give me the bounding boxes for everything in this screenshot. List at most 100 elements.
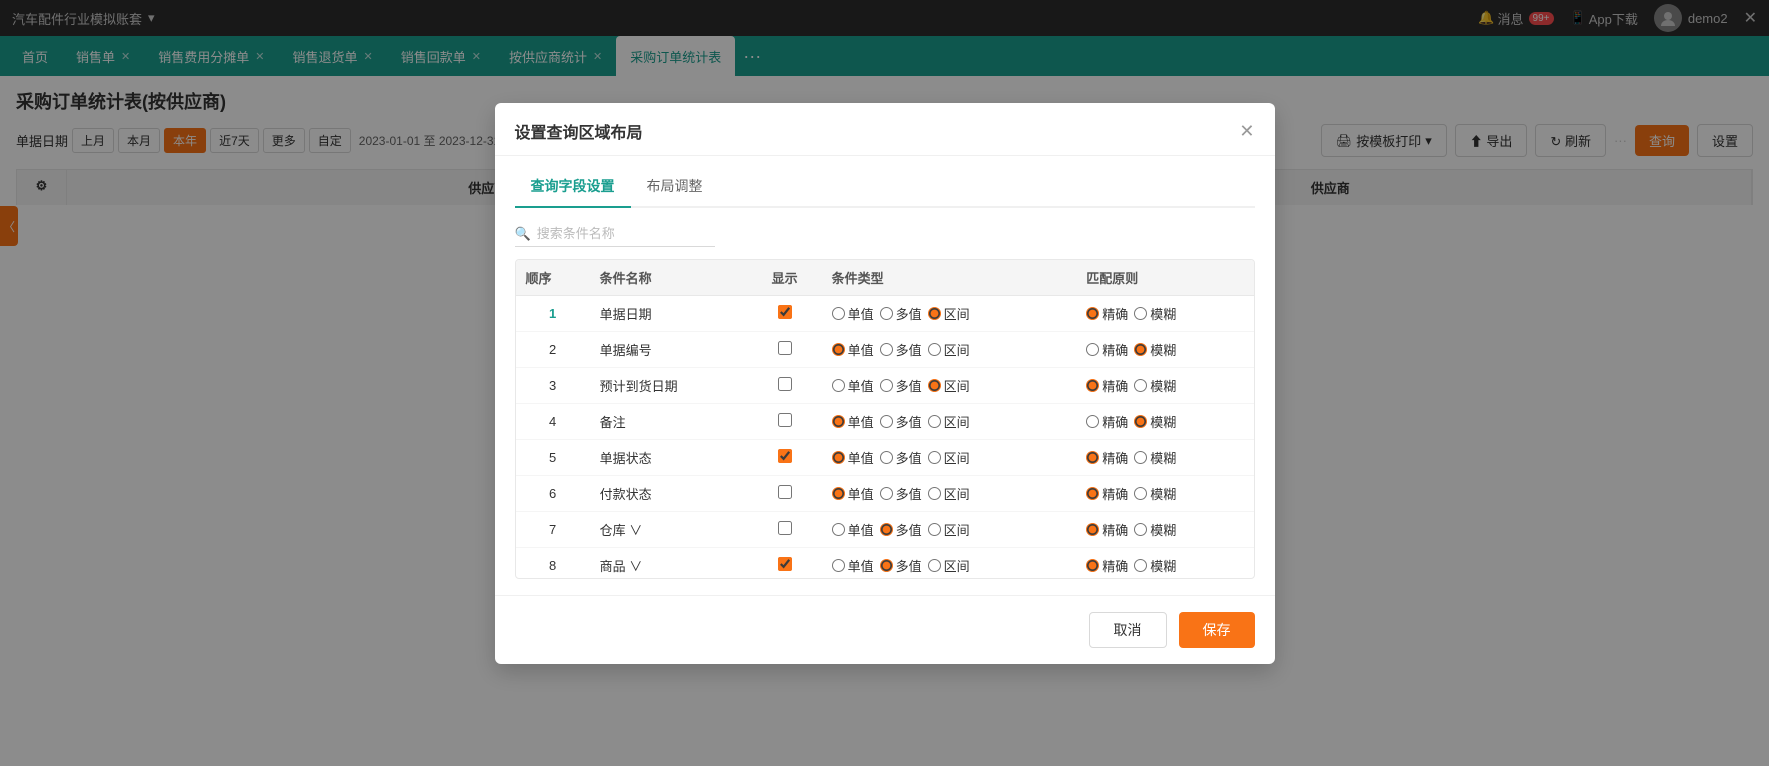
match-radio-精确[interactable]: 精确 [1086, 556, 1128, 575]
type-radio-区间[interactable]: 区间 [928, 484, 970, 503]
cell-match: 精确模糊 [1076, 439, 1253, 475]
cell-match: 精确模糊 [1076, 547, 1253, 579]
cell-name: 单据日期 [590, 295, 748, 331]
type-radio-单值[interactable]: 单值 [832, 484, 874, 503]
type-radio-多值[interactable]: 多值 [880, 304, 922, 323]
settings-modal: 设置查询区域布局 ✕ 查询字段设置 布局调整 🔍 顺序 [495, 103, 1275, 664]
type-radio-区间[interactable]: 区间 [928, 340, 970, 359]
modal-footer: 取消 保存 [495, 595, 1275, 664]
type-radio-单值[interactable]: 单值 [832, 556, 874, 575]
display-checkbox[interactable] [778, 341, 792, 355]
save-button[interactable]: 保存 [1179, 612, 1255, 648]
cell-type: 单值多值区间 [822, 403, 1077, 439]
cell-display[interactable] [748, 511, 822, 547]
match-radio-精确[interactable]: 精确 [1086, 484, 1128, 503]
type-radio-多值[interactable]: 多值 [880, 520, 922, 539]
modal-header: 设置查询区域布局 ✕ [495, 103, 1275, 156]
cell-type: 单值多值区间 [822, 331, 1077, 367]
modal-title: 设置查询区域布局 [515, 119, 643, 143]
display-checkbox[interactable] [778, 485, 792, 499]
table-row: 4备注单值多值区间精确模糊 [516, 403, 1254, 439]
cancel-button[interactable]: 取消 [1089, 612, 1167, 648]
display-checkbox[interactable] [778, 305, 792, 319]
cell-display[interactable] [748, 439, 822, 475]
cell-display[interactable] [748, 475, 822, 511]
match-radio-模糊[interactable]: 模糊 [1134, 448, 1176, 467]
cell-display[interactable] [748, 331, 822, 367]
type-radio-单值[interactable]: 单值 [832, 448, 874, 467]
modal-overlay: 设置查询区域布局 ✕ 查询字段设置 布局调整 🔍 顺序 [0, 0, 1769, 766]
match-radio-模糊[interactable]: 模糊 [1134, 556, 1176, 575]
cell-order: 1 [516, 295, 590, 331]
match-radio-精确[interactable]: 精确 [1086, 376, 1128, 395]
display-checkbox[interactable] [778, 521, 792, 535]
cell-order: 6 [516, 475, 590, 511]
cell-match: 精确模糊 [1076, 331, 1253, 367]
cell-display[interactable] [748, 547, 822, 579]
match-radio-模糊[interactable]: 模糊 [1134, 520, 1176, 539]
cell-order: 8 [516, 547, 590, 579]
table-row: 1单据日期单值多值区间精确模糊 [516, 295, 1254, 331]
type-radio-单值[interactable]: 单值 [832, 376, 874, 395]
type-radio-多值[interactable]: 多值 [880, 448, 922, 467]
cell-display[interactable] [748, 403, 822, 439]
match-radio-精确[interactable]: 精确 [1086, 304, 1128, 323]
table-row: 3预计到货日期单值多值区间精确模糊 [516, 367, 1254, 403]
match-radio-精确[interactable]: 精确 [1086, 340, 1128, 359]
tab-query-fields[interactable]: 查询字段设置 [515, 170, 631, 208]
match-radio-精确[interactable]: 精确 [1086, 520, 1128, 539]
match-radio-模糊[interactable]: 模糊 [1134, 412, 1176, 431]
type-radio-单值[interactable]: 单值 [832, 304, 874, 323]
match-radio-精确[interactable]: 精确 [1086, 412, 1128, 431]
modal-search-area: 🔍 [515, 222, 715, 247]
match-radio-模糊[interactable]: 模糊 [1134, 304, 1176, 323]
type-radio-单值[interactable]: 单值 [832, 520, 874, 539]
display-checkbox[interactable] [778, 377, 792, 391]
match-radio-模糊[interactable]: 模糊 [1134, 484, 1176, 503]
table-row: 5单据状态单值多值区间精确模糊 [516, 439, 1254, 475]
cell-order: 3 [516, 367, 590, 403]
type-radio-多值[interactable]: 多值 [880, 376, 922, 395]
type-radio-区间[interactable]: 区间 [928, 304, 970, 323]
match-radio-模糊[interactable]: 模糊 [1134, 376, 1176, 395]
type-radio-单值[interactable]: 单值 [832, 340, 874, 359]
type-radio-区间[interactable]: 区间 [928, 412, 970, 431]
type-radio-多值[interactable]: 多值 [880, 412, 922, 431]
cell-match: 精确模糊 [1076, 511, 1253, 547]
type-radio-区间[interactable]: 区间 [928, 520, 970, 539]
cell-display[interactable] [748, 367, 822, 403]
fields-table: 顺序 条件名称 显示 条件类型 匹配原则 1单据日期单值多值区间精确模糊2单据编… [516, 260, 1254, 579]
cell-match: 精确模糊 [1076, 475, 1253, 511]
cell-name: 仓库 ∨ [590, 511, 748, 547]
search-input[interactable] [537, 226, 715, 241]
modal-body: 查询字段设置 布局调整 🔍 顺序 条件名称 显示 条件类型 [495, 156, 1275, 595]
type-radio-多值[interactable]: 多值 [880, 484, 922, 503]
type-radio-区间[interactable]: 区间 [928, 556, 970, 575]
col-name: 条件名称 [590, 260, 748, 296]
cell-display[interactable] [748, 295, 822, 331]
cell-type: 单值多值区间 [822, 295, 1077, 331]
type-radio-多值[interactable]: 多值 [880, 340, 922, 359]
type-radio-多值[interactable]: 多值 [880, 556, 922, 575]
type-radio-单值[interactable]: 单值 [832, 412, 874, 431]
type-radio-区间[interactable]: 区间 [928, 448, 970, 467]
col-match: 匹配原则 [1076, 260, 1253, 296]
col-display: 显示 [748, 260, 822, 296]
match-radio-模糊[interactable]: 模糊 [1134, 340, 1176, 359]
cell-type: 单值多值区间 [822, 439, 1077, 475]
modal-tabs: 查询字段设置 布局调整 [515, 156, 1255, 208]
search-icon: 🔍 [515, 226, 531, 242]
cell-name: 单据状态 [590, 439, 748, 475]
cell-name: 备注 [590, 403, 748, 439]
cell-order: 4 [516, 403, 590, 439]
display-checkbox[interactable] [778, 557, 792, 571]
cell-type: 单值多值区间 [822, 475, 1077, 511]
display-checkbox[interactable] [778, 413, 792, 427]
tab-layout-adjust[interactable]: 布局调整 [631, 170, 719, 208]
modal-close-button[interactable]: ✕ [1239, 122, 1254, 140]
cell-type: 单值多值区间 [822, 511, 1077, 547]
type-radio-区间[interactable]: 区间 [928, 376, 970, 395]
match-radio-精确[interactable]: 精确 [1086, 448, 1128, 467]
display-checkbox[interactable] [778, 449, 792, 463]
table-row: 7仓库 ∨单值多值区间精确模糊 [516, 511, 1254, 547]
